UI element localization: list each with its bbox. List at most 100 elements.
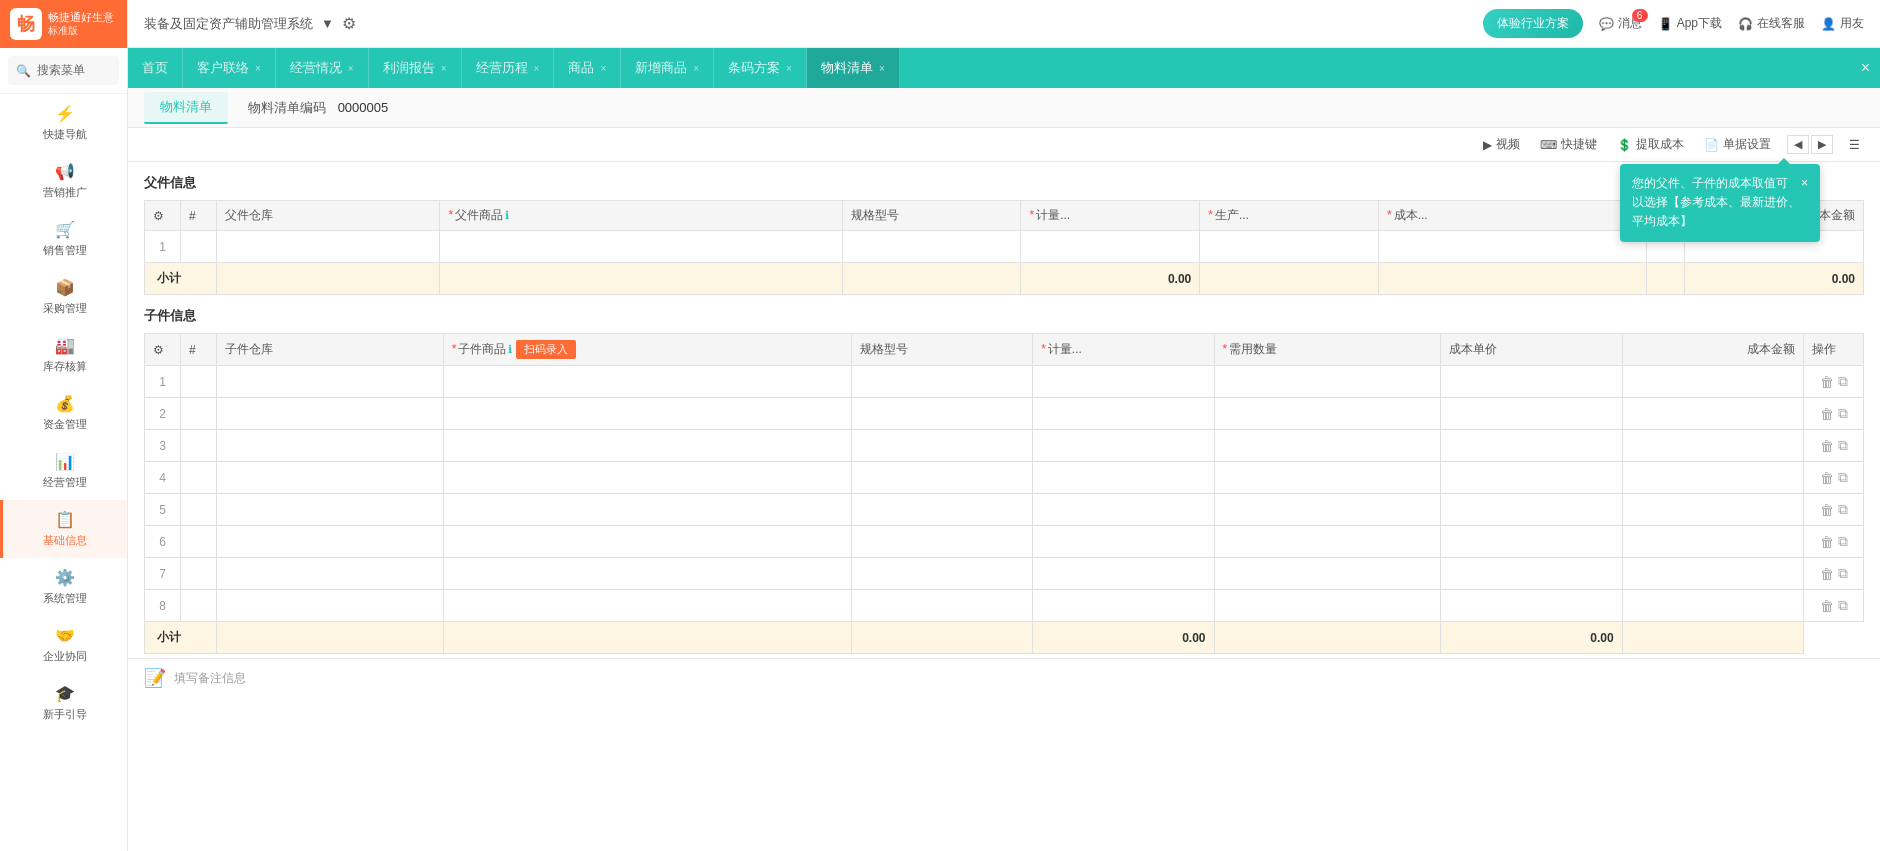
nav-tab-close-3[interactable]: × <box>441 63 447 74</box>
child-warehouse-5[interactable] <box>217 526 444 558</box>
trial-button[interactable]: 体验行业方案 <box>1483 9 1583 38</box>
delete-icon-5[interactable]: 🗑 <box>1820 534 1834 550</box>
sidebar-item-系统管理[interactable]: ⚙️ 系统管理 <box>0 558 127 616</box>
child-qty-7[interactable] <box>1214 590 1441 622</box>
nav-tab-8[interactable]: 物料清单× <box>807 48 900 88</box>
delete-icon-6[interactable]: 🗑 <box>1820 566 1834 582</box>
nav-tab-close-8[interactable]: × <box>879 63 885 74</box>
child-spec-5[interactable] <box>851 526 1032 558</box>
nav-tab-1[interactable]: 客户联络× <box>183 48 276 88</box>
view-button[interactable]: ▶ 视频 <box>1479 134 1524 155</box>
child-spec-7[interactable] <box>851 590 1032 622</box>
parent-cell-product-1[interactable] <box>440 231 842 263</box>
sidebar-item-库存核算[interactable]: 🏭 库存核算 <box>0 326 127 384</box>
child-unit-price-5[interactable] <box>1441 526 1622 558</box>
delete-icon-4[interactable]: 🗑 <box>1820 502 1834 518</box>
search-menu-button[interactable]: 🔍 搜索菜单 <box>8 56 119 85</box>
nav-tab-close-6[interactable]: × <box>693 63 699 74</box>
tab-material-list[interactable]: 物料清单 <box>144 92 228 124</box>
child-spec-2[interactable] <box>851 430 1032 462</box>
dropdown-arrow[interactable]: ▼ <box>321 16 334 31</box>
child-qty-1[interactable] <box>1214 398 1441 430</box>
child-unit-2[interactable] <box>1033 430 1214 462</box>
child-spec-0[interactable] <box>851 366 1032 398</box>
copy-icon-3[interactable]: ⧉ <box>1838 469 1848 486</box>
scan-button[interactable]: 扫码录入 <box>516 340 576 359</box>
sidebar-item-新手引导[interactable]: 🎓 新手引导 <box>0 674 127 732</box>
nav-tab-0[interactable]: 首页 <box>128 48 183 88</box>
child-unit-3[interactable] <box>1033 462 1214 494</box>
delete-icon-0[interactable]: 🗑 <box>1820 374 1834 390</box>
copy-icon-5[interactable]: ⧉ <box>1838 533 1848 550</box>
child-warehouse-2[interactable] <box>217 430 444 462</box>
copy-icon-1[interactable]: ⧉ <box>1838 405 1848 422</box>
sidebar-item-快捷导航[interactable]: ⚡ 快捷导航 <box>0 94 127 152</box>
tooltip-close-button[interactable]: × <box>1801 174 1808 193</box>
child-warehouse-3[interactable] <box>217 462 444 494</box>
child-product-4[interactable] <box>443 494 851 526</box>
child-spec-4[interactable] <box>851 494 1032 526</box>
copy-icon-2[interactable]: ⧉ <box>1838 437 1848 454</box>
extract-cost-button[interactable]: 💲 提取成本 <box>1613 134 1688 155</box>
parent-cell-cost-1[interactable] <box>1379 231 1647 263</box>
list-view-button[interactable]: ☰ <box>1845 136 1864 154</box>
sidebar-item-企业协同[interactable]: 🤝 企业协同 <box>0 616 127 674</box>
delete-icon-7[interactable]: 🗑 <box>1820 598 1834 614</box>
child-product-1[interactable] <box>443 398 851 430</box>
sidebar-item-资金管理[interactable]: 💰 资金管理 <box>0 384 127 442</box>
sidebar-item-采购管理[interactable]: 📦 采购管理 <box>0 268 127 326</box>
sidebar-item-营销推广[interactable]: 📢 营销推广 <box>0 152 127 210</box>
parent-cell-unit-1[interactable] <box>1021 231 1200 263</box>
single-settings-button[interactable]: 📄 单据设置 <box>1700 134 1775 155</box>
child-product-5[interactable] <box>443 526 851 558</box>
child-unit-price-6[interactable] <box>1441 558 1622 590</box>
copy-icon-6[interactable]: ⧉ <box>1838 565 1848 582</box>
child-product-2[interactable] <box>443 430 851 462</box>
child-qty-4[interactable] <box>1214 494 1441 526</box>
th-settings-parent[interactable]: ⚙ <box>145 201 181 231</box>
child-qty-0[interactable] <box>1214 366 1441 398</box>
child-unit-price-4[interactable] <box>1441 494 1622 526</box>
th-settings-child[interactable]: ⚙ <box>145 334 181 366</box>
sidebar-item-经营管理[interactable]: 📊 经营管理 <box>0 442 127 500</box>
child-warehouse-6[interactable] <box>217 558 444 590</box>
child-unit-price-2[interactable] <box>1441 430 1622 462</box>
child-unit-1[interactable] <box>1033 398 1214 430</box>
sidebar-item-基础信息[interactable]: 📋 基础信息 <box>0 500 127 558</box>
child-qty-3[interactable] <box>1214 462 1441 494</box>
parent-cell-production-1[interactable] <box>1200 231 1379 263</box>
prev-arrow[interactable]: ◀ <box>1787 135 1809 154</box>
nav-tab-close-5[interactable]: × <box>600 63 606 74</box>
child-warehouse-1[interactable] <box>217 398 444 430</box>
app-download-button[interactable]: 📱 App下载 <box>1658 15 1722 32</box>
copy-icon-0[interactable]: ⧉ <box>1838 373 1848 390</box>
child-product-3[interactable] <box>443 462 851 494</box>
nav-tab-2[interactable]: 经营情况× <box>276 48 369 88</box>
nav-tab-close-4[interactable]: × <box>534 63 540 74</box>
nav-tab-3[interactable]: 利润报告× <box>369 48 462 88</box>
child-qty-6[interactable] <box>1214 558 1441 590</box>
nav-tab-close-1[interactable]: × <box>255 63 261 74</box>
child-unit-price-0[interactable] <box>1441 366 1622 398</box>
copy-icon-7[interactable]: ⧉ <box>1838 597 1848 614</box>
child-product-0[interactable] <box>443 366 851 398</box>
delete-icon-2[interactable]: 🗑 <box>1820 438 1834 454</box>
shortcut-button[interactable]: ⌨ 快捷键 <box>1536 134 1601 155</box>
child-unit-price-3[interactable] <box>1441 462 1622 494</box>
nav-tab-7[interactable]: 条码方案× <box>714 48 807 88</box>
child-product-6[interactable] <box>443 558 851 590</box>
user-button[interactable]: 👤 用友 <box>1821 15 1864 32</box>
copy-icon-4[interactable]: ⧉ <box>1838 501 1848 518</box>
child-warehouse-0[interactable] <box>217 366 444 398</box>
child-unit-price-7[interactable] <box>1441 590 1622 622</box>
message-button[interactable]: 💬 消息 6 <box>1599 15 1642 32</box>
nav-tab-5[interactable]: 商品× <box>554 48 621 88</box>
child-spec-6[interactable] <box>851 558 1032 590</box>
sidebar-item-销售管理[interactable]: 🛒 销售管理 <box>0 210 127 268</box>
child-unit-5[interactable] <box>1033 526 1214 558</box>
child-unit-7[interactable] <box>1033 590 1214 622</box>
child-unit-4[interactable] <box>1033 494 1214 526</box>
settings-icon[interactable]: ⚙ <box>342 14 356 33</box>
nav-tab-close-2[interactable]: × <box>348 63 354 74</box>
next-arrow[interactable]: ▶ <box>1811 135 1833 154</box>
